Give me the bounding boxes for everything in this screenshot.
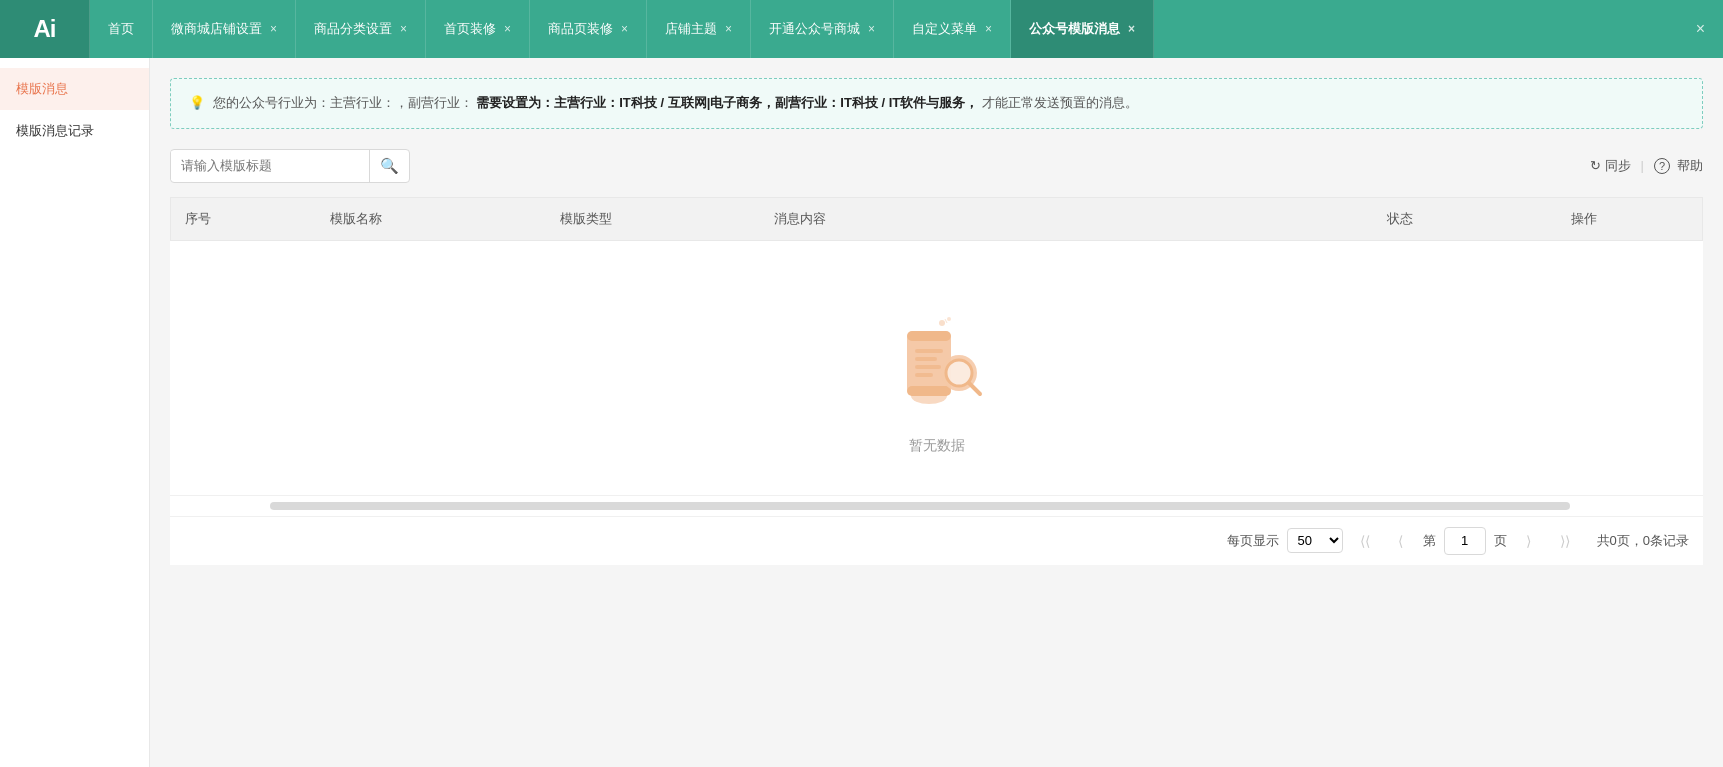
nav-tab-close-shop-settings[interactable]: × bbox=[270, 22, 277, 36]
sidebar-item-template-msg[interactable]: 模版消息 bbox=[0, 68, 149, 110]
horizontal-scrollbar[interactable] bbox=[270, 502, 1570, 510]
nav-tab-homepage-decoration[interactable]: 首页装修 × bbox=[426, 0, 530, 58]
col-header-action: 操作 bbox=[1557, 197, 1703, 240]
svg-point-12 bbox=[939, 320, 945, 326]
nav-tabs: 首页微商城店铺设置×商品分类设置×首页装修×商品页装修×店铺主题×开通公众号商城… bbox=[90, 0, 1678, 58]
nav-tab-close-category-settings[interactable]: × bbox=[400, 22, 407, 36]
help-icon: ? bbox=[1654, 158, 1670, 174]
page-size-label: 每页显示 bbox=[1227, 532, 1279, 550]
nav-tab-home[interactable]: 首页 bbox=[90, 0, 153, 58]
notice-icon: 💡 bbox=[189, 95, 205, 110]
close-all-button[interactable]: × bbox=[1678, 20, 1723, 38]
top-nav: Ai 首页微商城店铺设置×商品分类设置×首页装修×商品页装修×店铺主题×开通公众… bbox=[0, 0, 1723, 58]
page-label: 页 bbox=[1494, 532, 1507, 550]
first-page-button[interactable]: ⟨⟨ bbox=[1351, 527, 1379, 555]
empty-state: 暂无数据 bbox=[170, 241, 1703, 495]
col-header-status: 状态 bbox=[1373, 197, 1557, 240]
data-table: 序号模版名称模版类型消息内容状态操作 bbox=[170, 197, 1703, 241]
col-header-type: 模版类型 bbox=[546, 197, 760, 240]
svg-line-14 bbox=[945, 319, 947, 323]
nav-tab-label-shop-theme: 店铺主题 bbox=[665, 20, 717, 38]
nav-tab-open-wechat-shop[interactable]: 开通公众号商城 × bbox=[751, 0, 894, 58]
page-label-prefix: 第 bbox=[1423, 532, 1436, 550]
col-header-index: 序号 bbox=[171, 197, 317, 240]
svg-rect-5 bbox=[915, 357, 937, 361]
svg-rect-2 bbox=[907, 331, 951, 341]
nav-tab-label-category-settings: 商品分类设置 bbox=[314, 20, 392, 38]
sidebar-items: 模版消息模版消息记录 bbox=[0, 68, 149, 152]
nav-tab-close-open-wechat-shop[interactable]: × bbox=[868, 22, 875, 36]
last-page-button[interactable]: ⟩⟩ bbox=[1551, 527, 1579, 555]
scroll-bar-row bbox=[170, 495, 1703, 516]
help-label: 帮助 bbox=[1677, 157, 1703, 175]
svg-rect-7 bbox=[915, 373, 933, 377]
toolbar-right: ↻ 同步 | ? 帮助 bbox=[1590, 157, 1703, 175]
nav-tab-label-template-message: 公众号模版消息 bbox=[1029, 20, 1120, 38]
nav-tab-label-homepage-decoration: 首页装修 bbox=[444, 20, 496, 38]
col-header-content: 消息内容 bbox=[760, 197, 1373, 240]
pagination-row: 每页显示 50 10 20 100 ⟨⟨ ⟨ 第 页 ⟩ ⟩⟩ 共0页，0条记录 bbox=[170, 516, 1703, 565]
empty-text: 暂无数据 bbox=[909, 437, 965, 455]
nav-tab-label-shop-settings: 微商城店铺设置 bbox=[171, 20, 262, 38]
search-button[interactable]: 🔍 bbox=[369, 150, 409, 182]
logo-text: Ai bbox=[34, 15, 56, 43]
table-header: 序号模版名称模版类型消息内容状态操作 bbox=[171, 197, 1703, 240]
total-info: 共0页，0条记录 bbox=[1597, 532, 1689, 550]
sync-label: 同步 bbox=[1605, 157, 1631, 175]
nav-tab-custom-menu[interactable]: 自定义菜单 × bbox=[894, 0, 1011, 58]
notice-highlight: 需要设置为：主营行业：IT科技 / 互联网|电子商务，副营行业：IT科技 / I… bbox=[476, 95, 978, 110]
page-size-select[interactable]: 50 10 20 100 bbox=[1287, 528, 1343, 553]
svg-rect-6 bbox=[915, 365, 941, 369]
nav-tab-label-custom-menu: 自定义菜单 bbox=[912, 20, 977, 38]
prev-page-button[interactable]: ⟨ bbox=[1387, 527, 1415, 555]
nav-tab-close-template-message[interactable]: × bbox=[1128, 22, 1135, 36]
svg-rect-4 bbox=[915, 349, 943, 353]
svg-rect-3 bbox=[907, 386, 951, 396]
search-input[interactable] bbox=[171, 151, 369, 180]
sync-button[interactable]: ↻ 同步 bbox=[1590, 157, 1631, 175]
page-number-input[interactable] bbox=[1444, 527, 1486, 555]
nav-tab-label-product-page-decoration: 商品页装修 bbox=[548, 20, 613, 38]
sidebar: 模版消息模版消息记录 bbox=[0, 58, 150, 767]
sidebar-item-template-msg-record[interactable]: 模版消息记录 bbox=[0, 110, 149, 152]
toolbar-divider: | bbox=[1641, 158, 1644, 173]
table-header-row: 序号模版名称模版类型消息内容状态操作 bbox=[171, 197, 1703, 240]
help-button[interactable]: ? 帮助 bbox=[1654, 157, 1703, 175]
logo: Ai bbox=[0, 0, 90, 58]
nav-tab-shop-settings[interactable]: 微商城店铺设置 × bbox=[153, 0, 296, 58]
nav-tab-label-open-wechat-shop: 开通公众号商城 bbox=[769, 20, 860, 38]
nav-tab-shop-theme[interactable]: 店铺主题 × bbox=[647, 0, 751, 58]
svg-line-11 bbox=[969, 383, 980, 394]
svg-point-13 bbox=[947, 317, 951, 321]
nav-tab-product-page-decoration[interactable]: 商品页装修 × bbox=[530, 0, 647, 58]
search-row: 🔍 ↻ 同步 | ? 帮助 bbox=[170, 149, 1703, 183]
search-input-wrap: 🔍 bbox=[170, 149, 410, 183]
main-content: 💡 您的公众号行业为：主营行业：，副营行业： 需要设置为：主营行业：IT科技 /… bbox=[150, 58, 1723, 767]
nav-tab-close-product-page-decoration[interactable]: × bbox=[621, 22, 628, 36]
notice-box: 💡 您的公众号行业为：主营行业：，副营行业： 需要设置为：主营行业：IT科技 /… bbox=[170, 78, 1703, 129]
col-header-name: 模版名称 bbox=[316, 197, 546, 240]
next-page-button[interactable]: ⟩ bbox=[1515, 527, 1543, 555]
body-layout: 模版消息模版消息记录 💡 您的公众号行业为：主营行业：，副营行业： 需要设置为：… bbox=[0, 58, 1723, 767]
empty-illustration bbox=[877, 301, 997, 421]
nav-tab-close-custom-menu[interactable]: × bbox=[985, 22, 992, 36]
sync-icon: ↻ bbox=[1590, 158, 1601, 173]
table-wrapper: 序号模版名称模版类型消息内容状态操作 bbox=[170, 197, 1703, 495]
nav-tab-label-home: 首页 bbox=[108, 20, 134, 38]
nav-tab-close-shop-theme[interactable]: × bbox=[725, 22, 732, 36]
nav-tab-close-homepage-decoration[interactable]: × bbox=[504, 22, 511, 36]
notice-prefix: 您的公众号行业为：主营行业：，副营行业： bbox=[213, 95, 473, 110]
nav-tab-category-settings[interactable]: 商品分类设置 × bbox=[296, 0, 426, 58]
notice-suffix: 才能正常发送预置的消息。 bbox=[982, 95, 1138, 110]
nav-tab-template-message[interactable]: 公众号模版消息 × bbox=[1011, 0, 1154, 58]
